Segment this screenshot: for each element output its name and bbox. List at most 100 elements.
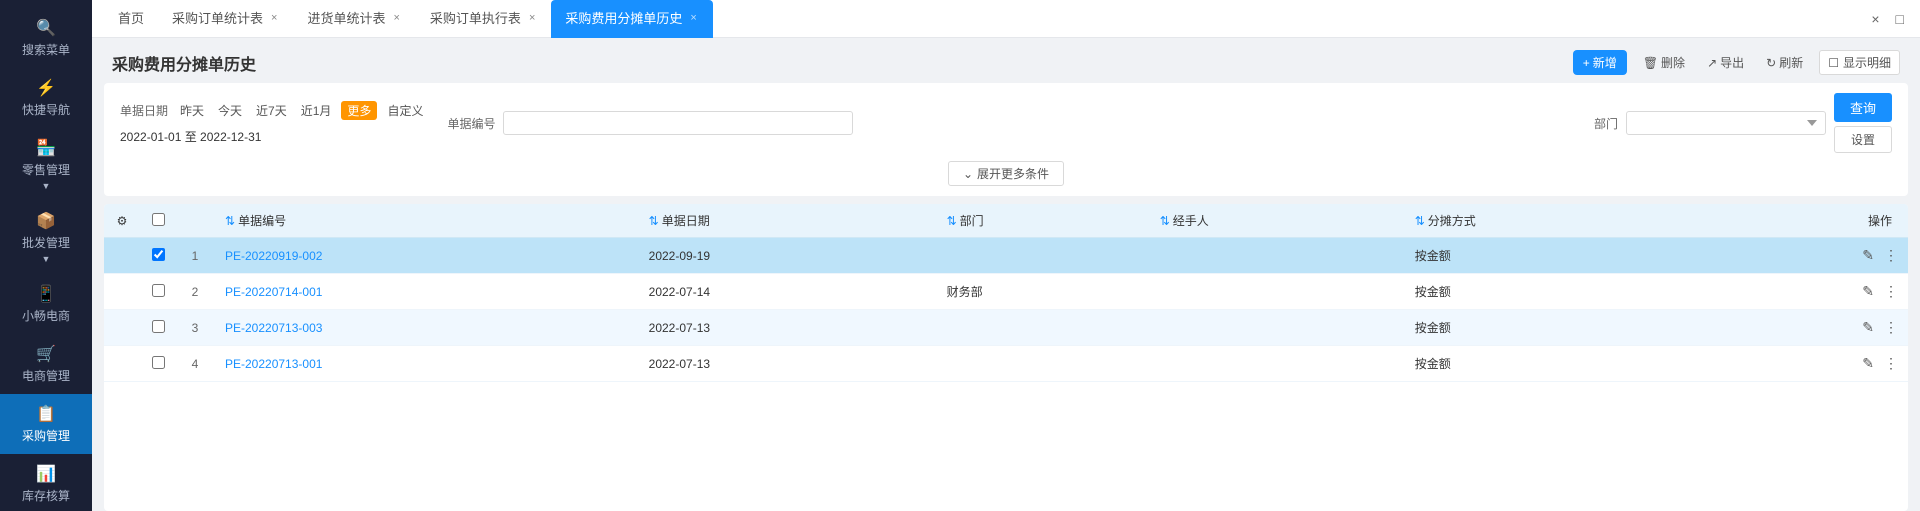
th-check[interactable] — [140, 204, 177, 238]
sidebar-item-search[interactable]: 🔍 搜索菜单 — [0, 8, 92, 68]
row-check-3[interactable] — [140, 346, 177, 382]
row-checkbox-2[interactable] — [152, 320, 165, 333]
sidebar-item-label: 采购管理 — [22, 427, 70, 444]
row-ops-2: ✎ ⋮ — [1700, 310, 1908, 346]
th-dept[interactable]: ⇅部门 — [935, 204, 1148, 238]
row-checkbox-1[interactable] — [152, 284, 165, 297]
sidebar-item-mini[interactable]: 📱 小畅电商 — [0, 274, 92, 334]
refresh-label: 刷新 — [1779, 54, 1803, 71]
date-1month[interactable]: 近1月 — [297, 101, 336, 120]
th-gear[interactable]: ⚙ — [104, 204, 140, 238]
sidebar-item-purchase[interactable]: 📋 采购管理 — [0, 394, 92, 454]
sidebar-item-retail[interactable]: 🏪 零售管理 ▼ — [0, 128, 92, 201]
tab-actions: × □ — [1867, 9, 1908, 29]
filter-row: 单据日期 昨天 今天 近7天 近1月 更多 自定义 2022-01-01 至 2… — [120, 93, 1892, 153]
row-check-0[interactable] — [140, 238, 177, 274]
date-more[interactable]: 更多 — [341, 101, 377, 120]
sidebar-item-wholesale[interactable]: 📦 批发管理 ▼ — [0, 201, 92, 274]
sidebar-item-shortcut[interactable]: ⚡ 快捷导航 — [0, 68, 92, 128]
tab-inbound-stats-label: 进货单统计表 — [307, 8, 385, 27]
edit-icon-0[interactable]: ✎ — [1860, 245, 1876, 266]
purchase-icon: 📋 — [36, 404, 56, 424]
th-handler[interactable]: ⇅经手人 — [1148, 204, 1403, 238]
row-checkbox-3[interactable] — [152, 356, 165, 369]
th-ops: 操作 — [1700, 204, 1908, 238]
tab-inbound-stats-close[interactable]: × — [391, 11, 401, 25]
maximize-button[interactable]: □ — [1892, 9, 1908, 29]
sidebar-item-inventory[interactable]: 📊 库存核算 — [0, 454, 92, 511]
tab-home[interactable]: 首页 — [104, 0, 158, 38]
tab-purchase-order-stats-close[interactable]: × — [269, 11, 279, 25]
sidebar-item-label: 小畅电商 — [22, 307, 70, 324]
sidebar-item-ecommerce[interactable]: 🛒 电商管理 — [0, 334, 92, 394]
edit-icon-3[interactable]: ✎ — [1860, 353, 1876, 374]
row-date-1: 2022-07-14 — [637, 274, 935, 310]
refresh-button[interactable]: ↻ 刷新 — [1760, 51, 1809, 74]
date-custom[interactable]: 自定义 — [383, 101, 427, 120]
doc-no-link-3[interactable]: PE-20220713-001 — [225, 357, 322, 371]
row-check-2[interactable] — [140, 310, 177, 346]
doc-no-filter-group: 单据编号 — [447, 111, 1574, 135]
tab-purchase-fee-split-close[interactable]: × — [688, 11, 698, 25]
doc-no-input[interactable] — [503, 111, 853, 135]
close-all-tabs-button[interactable]: × — [1867, 9, 1883, 29]
expand-conditions-button[interactable]: ⌄ 展开更多条件 — [948, 161, 1064, 186]
row-checkbox-0[interactable] — [152, 248, 165, 261]
th-date[interactable]: ⇅单据日期 — [637, 204, 935, 238]
row-date-0: 2022-09-19 — [637, 238, 935, 274]
query-button[interactable]: 查询 — [1834, 93, 1892, 122]
tab-purchase-fee-split[interactable]: 采购费用分摊单历史 × — [551, 0, 712, 38]
th-split-method[interactable]: ⇅分摊方式 — [1403, 204, 1700, 238]
checkbox-icon: ☐ — [1828, 56, 1839, 70]
th-doc-no[interactable]: ⇅单据编号 — [213, 204, 637, 238]
sort-icon: ⇅ — [649, 214, 659, 228]
date-yesterday[interactable]: 昨天 — [176, 101, 208, 120]
row-handler-1 — [1148, 274, 1403, 310]
tab-bar: 首页 采购订单统计表 × 进货单统计表 × 采购订单执行表 × 采购费用分摊单历… — [92, 0, 1920, 38]
th-num — [177, 204, 213, 238]
tab-purchase-order-exec[interactable]: 采购订单执行表 × — [416, 0, 551, 38]
sidebar-item-label: 批发管理 — [22, 234, 70, 251]
date-today[interactable]: 今天 — [214, 101, 246, 120]
add-button[interactable]: + 新增 — [1573, 50, 1627, 75]
row-split-method-3: 按金额 — [1403, 346, 1700, 382]
date-label: 单据日期 — [120, 102, 168, 119]
settings-button[interactable]: 设置 — [1834, 126, 1892, 153]
row-gear-2 — [104, 310, 140, 346]
page-header: 采购费用分摊单历史 + 新增 🗑 删除 ↗ 导出 ↻ 刷新 ☐ 显示明细 — [92, 38, 1920, 83]
row-num-2: 3 — [177, 310, 213, 346]
more-icon-0[interactable]: ⋮ — [1882, 245, 1900, 266]
tab-purchase-order-exec-close[interactable]: × — [527, 11, 537, 25]
show-columns-button[interactable]: ☐ 显示明细 — [1819, 50, 1900, 75]
more-icon-3[interactable]: ⋮ — [1882, 353, 1900, 374]
row-handler-2 — [1148, 310, 1403, 346]
row-dept-2 — [935, 310, 1148, 346]
search-icon: 🔍 — [36, 18, 56, 38]
edit-icon-1[interactable]: ✎ — [1860, 281, 1876, 302]
table-area: ⚙ ⇅单据编号 ⇅单据日期 ⇅部门 ⇅经手人 ⇅分摊方式 操作 1 PE-202… — [104, 204, 1908, 511]
tab-purchase-order-stats[interactable]: 采购订单统计表 × — [158, 0, 293, 38]
date-range-display: 2022-01-01 至 2022-12-31 — [120, 128, 427, 145]
delete-icon: 🗑 — [1643, 56, 1658, 70]
doc-no-link-0[interactable]: PE-20220919-002 — [225, 249, 322, 263]
sidebar-item-label: 库存核算 — [22, 487, 70, 504]
date-7days[interactable]: 近7天 — [252, 101, 291, 120]
delete-button[interactable]: 🗑 删除 — [1637, 51, 1691, 74]
dept-select[interactable]: 财务部 — [1626, 111, 1826, 135]
doc-no-link-1[interactable]: PE-20220714-001 — [225, 285, 322, 299]
tab-purchase-order-exec-label: 采购订单执行表 — [430, 8, 521, 27]
th-handler-label: 经手人 — [1173, 214, 1209, 228]
sidebar: 🔍 搜索菜单 ⚡ 快捷导航 🏪 零售管理 ▼ 📦 批发管理 ▼ 📱 小畅电商 🛒… — [0, 0, 92, 511]
sidebar-item-label: 快捷导航 — [22, 101, 70, 118]
doc-no-link-2[interactable]: PE-20220713-003 — [225, 321, 322, 335]
row-split-method-0: 按金额 — [1403, 238, 1700, 274]
tab-purchase-order-stats-label: 采购订单统计表 — [172, 8, 263, 27]
tab-inbound-stats[interactable]: 进货单统计表 × — [293, 0, 415, 38]
row-doc-no-2: PE-20220713-003 — [213, 310, 637, 346]
edit-icon-2[interactable]: ✎ — [1860, 317, 1876, 338]
more-icon-2[interactable]: ⋮ — [1882, 317, 1900, 338]
more-icon-1[interactable]: ⋮ — [1882, 281, 1900, 302]
export-button[interactable]: ↗ 导出 — [1701, 51, 1750, 74]
select-all-checkbox[interactable] — [152, 213, 165, 226]
row-check-1[interactable] — [140, 274, 177, 310]
